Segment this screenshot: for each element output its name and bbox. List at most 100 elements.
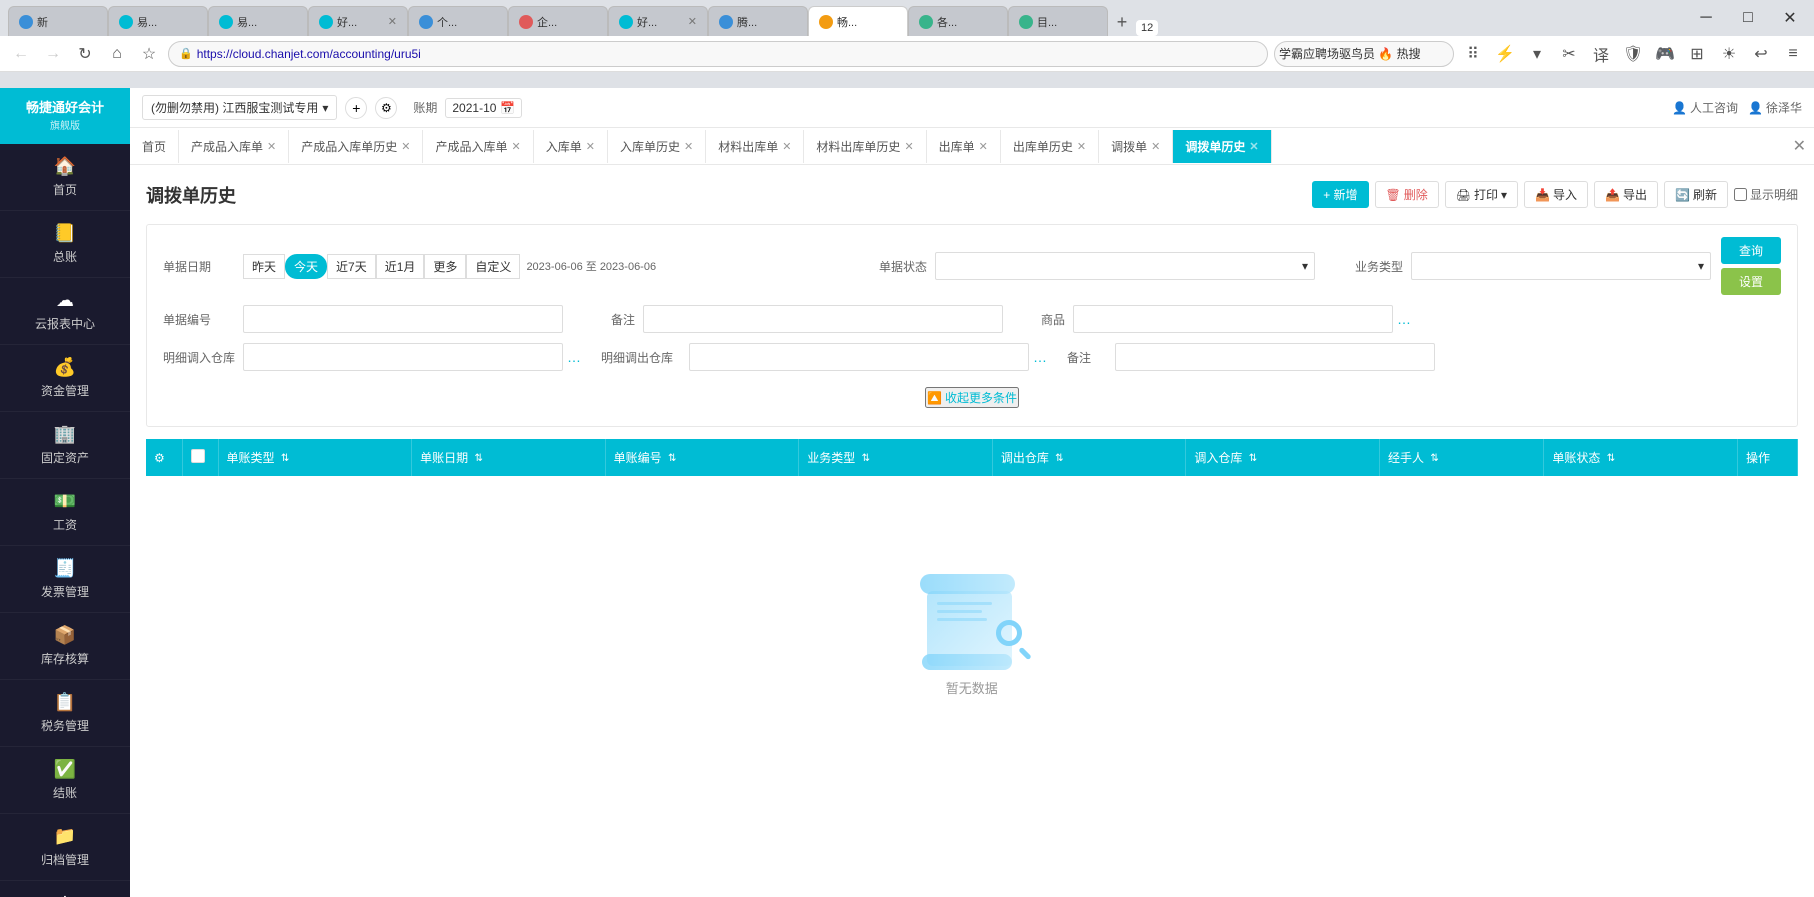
date-7days-btn[interactable]: 近7天: [327, 254, 376, 279]
browser-tab-10[interactable]: 各...: [908, 6, 1008, 36]
settings-company-button[interactable]: ⚙: [375, 97, 397, 119]
sidebar-item-salary[interactable]: 💵 工资: [0, 479, 130, 546]
refresh-page-button[interactable]: 🔄 刷新: [1664, 181, 1728, 208]
maximize-button[interactable]: □: [1728, 3, 1768, 33]
page-tab-2[interactable]: 产成品入库单 ✕: [179, 130, 289, 163]
goods-input[interactable]: [1073, 305, 1393, 333]
browser-tab-4[interactable]: 好... ✕: [308, 6, 408, 36]
th-biz-type[interactable]: 业务类型 ⇅: [799, 439, 993, 476]
th-doc-type[interactable]: 单账类型 ⇅: [218, 439, 412, 476]
browser-tab-9[interactable]: 畅...: [808, 6, 908, 36]
th-doc-num[interactable]: 单账编号 ⇅: [605, 439, 799, 476]
query-button[interactable]: 查询: [1721, 237, 1781, 264]
game-button[interactable]: 🎮: [1652, 41, 1678, 67]
date-1month-btn[interactable]: 近1月: [376, 254, 425, 279]
company-selector[interactable]: (勿删勿禁用) 江西服宝测试专用 ▾: [142, 95, 337, 120]
shield-button[interactable]: 🛡: [1620, 41, 1646, 67]
sidebar-item-invoice[interactable]: 🧾 发票管理: [0, 546, 130, 613]
browser-tab-6[interactable]: 企...: [508, 6, 608, 36]
display-toggle-checkbox[interactable]: [1734, 188, 1747, 201]
lightning-button[interactable]: ⚡: [1492, 41, 1518, 67]
page-tab-5[interactable]: 入库单 ✕: [534, 130, 608, 163]
tab-5-close[interactable]: ✕: [586, 140, 595, 153]
address-bar[interactable]: 🔒 https://cloud.chanjet.com/accounting/u…: [168, 41, 1268, 67]
browser-tab-7[interactable]: 好... ✕: [608, 6, 708, 36]
browser-tab-2[interactable]: 易...: [108, 6, 208, 36]
select-all-checkbox[interactable]: [191, 449, 205, 463]
sidebar-item-assets[interactable]: 🏢 固定资产: [0, 412, 130, 479]
detail-in-more-icon[interactable]: …: [567, 349, 581, 365]
sidebar-item-inventory[interactable]: 📦 库存核算: [0, 613, 130, 680]
th-handler[interactable]: 经手人 ⇅: [1379, 439, 1543, 476]
undo-button[interactable]: ↩: [1748, 41, 1774, 67]
browser-tab-11[interactable]: 目...: [1008, 6, 1108, 36]
page-tab-11[interactable]: 调拨单 ✕: [1099, 130, 1173, 163]
th-checkbox[interactable]: [182, 439, 218, 476]
tab-11-close[interactable]: ✕: [1151, 140, 1160, 153]
home-button[interactable]: ⌂: [104, 41, 130, 67]
sidebar-item-settings[interactable]: ⚙ 基础设置: [0, 881, 130, 897]
tab-6-close[interactable]: ✕: [684, 140, 693, 153]
close-button[interactable]: ✕: [1770, 3, 1810, 33]
forward-button[interactable]: →: [40, 41, 66, 67]
th-gear[interactable]: ⚙: [146, 439, 182, 476]
detail-out-more-icon[interactable]: …: [1033, 349, 1047, 365]
date-yesterday-btn[interactable]: 昨天: [243, 254, 285, 279]
tab-7-close[interactable]: ✕: [782, 140, 791, 153]
browser-tab-5[interactable]: 个...: [408, 6, 508, 36]
sidebar-item-tax[interactable]: 📋 税务管理: [0, 680, 130, 747]
tab-close-7[interactable]: ✕: [688, 15, 697, 28]
tab-8-close[interactable]: ✕: [904, 140, 913, 153]
sidebar-item-close[interactable]: ✅ 结账: [0, 747, 130, 814]
filter-settings-button[interactable]: 设置: [1721, 268, 1781, 295]
sidebar-item-ledger[interactable]: 📒 总账: [0, 211, 130, 278]
th-in-warehouse[interactable]: 调入仓库 ⇅: [1186, 439, 1380, 476]
doc-num-input[interactable]: [243, 305, 563, 333]
browser-tab-3[interactable]: 易...: [208, 6, 308, 36]
page-tab-8[interactable]: 材料出库单历史 ✕: [804, 130, 926, 163]
sun-button[interactable]: ☀: [1716, 41, 1742, 67]
grid-button[interactable]: ⊞: [1684, 41, 1710, 67]
user-button[interactable]: 👤 徐泽华: [1748, 99, 1802, 116]
status-filter-select[interactable]: ▾: [935, 252, 1315, 280]
new-button[interactable]: + 新增: [1312, 181, 1368, 208]
sidebar-item-home[interactable]: 🏠 首页: [0, 144, 130, 211]
print-button[interactable]: 🖨 打印 ▾: [1445, 181, 1518, 208]
page-tab-3[interactable]: 产成品入库单历史 ✕: [289, 130, 423, 163]
new-tab-button[interactable]: +: [1108, 8, 1136, 36]
translate-button[interactable]: 译: [1588, 41, 1614, 67]
goods-more-icon[interactable]: …: [1397, 311, 1411, 327]
period-value[interactable]: 2021-10 📅: [445, 98, 522, 118]
page-tab-home[interactable]: 首页: [130, 130, 179, 163]
page-tab-4[interactable]: 产成品入库单 ✕: [423, 130, 533, 163]
tab-3-close[interactable]: ✕: [401, 140, 410, 153]
export-button[interactable]: 📤 导出: [1594, 181, 1658, 208]
detail-remark-input[interactable]: [1115, 343, 1435, 371]
import-button[interactable]: 📥 导入: [1524, 181, 1588, 208]
page-tab-12[interactable]: 调拨单历史 ✕: [1173, 130, 1271, 163]
minimize-button[interactable]: ─: [1686, 3, 1726, 33]
tab-9-close[interactable]: ✕: [979, 140, 988, 153]
browser-tab-8[interactable]: 腾...: [708, 6, 808, 36]
browser-search-bar[interactable]: 学霸应聘场驱鸟员 🔥 热搜: [1274, 41, 1454, 67]
delete-button[interactable]: 🗑 删除: [1375, 181, 1439, 208]
add-company-button[interactable]: +: [345, 97, 367, 119]
detail-out-input[interactable]: [689, 343, 1029, 371]
collapse-filter-button[interactable]: 🔼 收起更多条件: [925, 387, 1019, 408]
menu-button[interactable]: ≡: [1780, 41, 1806, 67]
tab-close-4[interactable]: ✕: [388, 15, 397, 28]
browser-tab-1[interactable]: 新: [8, 6, 108, 36]
date-custom-btn[interactable]: 自定义: [466, 254, 520, 279]
th-doc-status[interactable]: 单账状态 ⇅: [1544, 439, 1738, 476]
tab-12-close[interactable]: ✕: [1249, 140, 1258, 153]
date-today-btn[interactable]: 今天: [285, 254, 327, 279]
tab-4-close[interactable]: ✕: [512, 140, 521, 153]
dropdown-button[interactable]: ▾: [1524, 41, 1550, 67]
tab-2-close[interactable]: ✕: [267, 140, 276, 153]
scissors-icon[interactable]: ✂: [1556, 41, 1582, 67]
sidebar-item-archive[interactable]: 📁 归档管理: [0, 814, 130, 881]
service-button[interactable]: 👤 人工咨询: [1672, 99, 1738, 116]
page-tab-7[interactable]: 材料出库单 ✕: [706, 130, 804, 163]
refresh-browser-button[interactable]: ↻: [72, 41, 98, 67]
remark-input[interactable]: [643, 305, 1003, 333]
